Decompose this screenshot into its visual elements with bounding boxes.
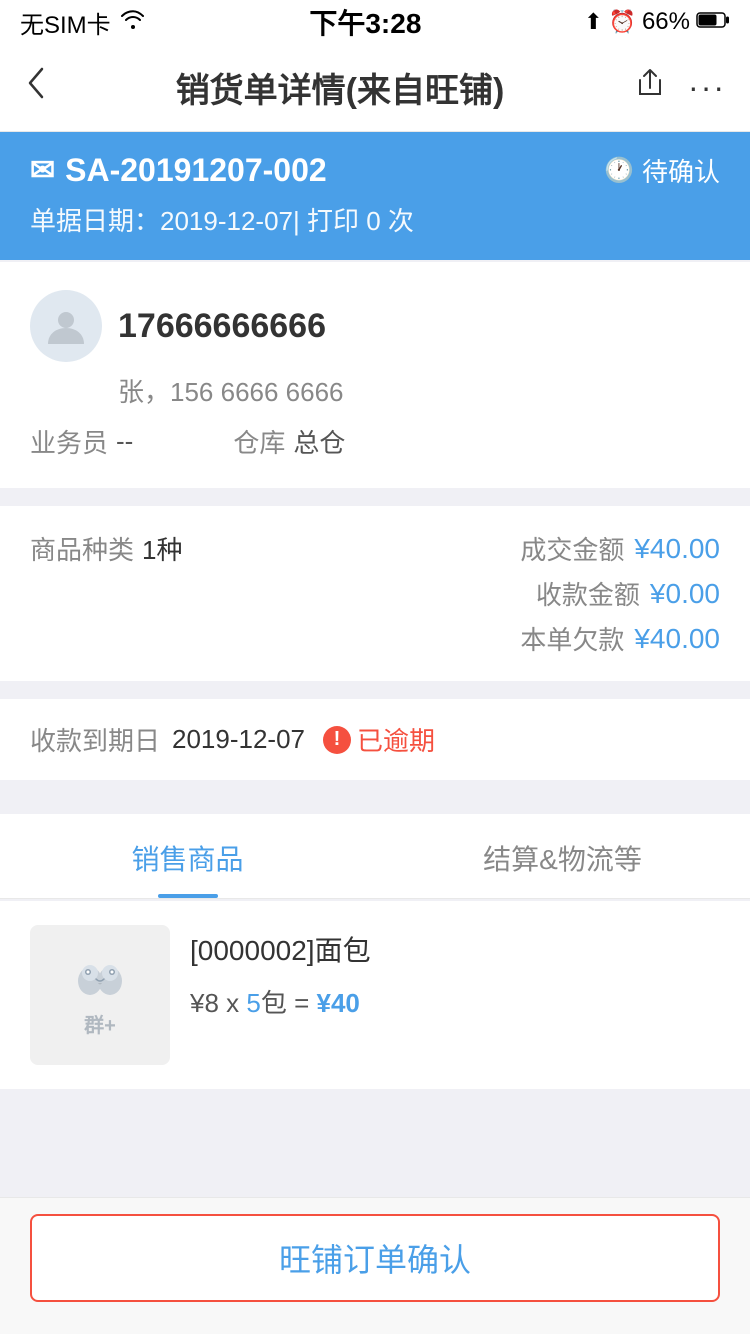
product-price: ¥8 x 5包 = ¥40	[190, 983, 720, 1020]
order-number-text: SA-20191207-002	[65, 152, 327, 189]
separator-1	[0, 490, 750, 506]
customer-card: 17666666666 张，156 6666 6666 业务员 -- 仓库 总仓	[0, 262, 750, 488]
tab-sales-products[interactable]: 销售商品	[0, 814, 375, 898]
due-date-card: 收款到期日 2019-12-07 ! 已逾期	[0, 699, 750, 780]
product-card: 群+ [0000002]面包 ¥8 x 5包 = ¥40	[0, 901, 750, 1089]
customer-name-info: 张，156 6666 6666	[30, 372, 720, 409]
more-icon[interactable]: ···	[688, 69, 726, 106]
customer-meta: 业务员 -- 仓库 总仓	[30, 423, 720, 460]
tab-settlement-label: 结算&物流等	[483, 844, 642, 875]
debt-amount-row: 本单欠款 ¥40.00	[520, 620, 720, 657]
product-type: 商品种类 1种	[30, 530, 182, 567]
nav-bar: 销货单详情(来自旺铺) ···	[0, 44, 750, 132]
overdue-badge: ! 已逾期	[323, 721, 435, 758]
qty-text: 5	[246, 988, 260, 1018]
tab-settlement[interactable]: 结算&物流等	[375, 814, 750, 898]
status-time: 下午3:28	[309, 2, 421, 42]
tab-active-indicator	[158, 894, 218, 898]
deal-amount-value: ¥40.00	[634, 533, 720, 565]
product-info: [0000002]面包 ¥8 x 5包 = ¥40	[190, 925, 720, 1020]
tabs-container: 销售商品 结算&物流等	[0, 814, 750, 899]
wifi-icon	[119, 8, 147, 36]
page-title: 销货单详情(来自旺铺)	[176, 63, 505, 112]
back-button[interactable]	[24, 63, 48, 112]
salesperson-label: 业务员	[30, 423, 108, 460]
carrier-text: 无SIM卡	[20, 5, 111, 40]
collected-value: ¥0.00	[650, 578, 720, 610]
warehouse-meta: 仓库 总仓	[233, 423, 345, 460]
thumb-brand-label: 群+	[84, 1009, 116, 1038]
status-bar: 无SIM卡 下午3:28 ⬆ ⏰ 66%	[0, 0, 750, 44]
separator-3	[0, 782, 750, 798]
status-right: ⬆ ⏰ 66%	[584, 8, 730, 36]
salesperson-value: --	[116, 426, 133, 457]
bottom-bar: 旺铺订单确认	[0, 1197, 750, 1334]
nav-actions: ···	[632, 66, 726, 110]
product-type-label: 商品种类	[30, 530, 134, 567]
overdue-text: 已逾期	[357, 721, 435, 758]
bottom-spacer	[0, 1089, 750, 1209]
customer-avatar	[30, 290, 102, 362]
product-thumbnail: 群+	[30, 925, 170, 1065]
separator-2	[0, 683, 750, 699]
order-date: 单据日期：2019-12-07| 打印 0 次	[30, 201, 720, 238]
status-left: 无SIM卡	[20, 5, 147, 40]
product-type-value: 1种	[142, 530, 182, 567]
status-text: 待确认	[642, 152, 720, 189]
tabs-row: 销售商品 结算&物流等	[0, 814, 750, 899]
collected-amount-row: 收款金额 ¥0.00	[536, 575, 720, 612]
summary-card: 商品种类 1种 成交金额 ¥40.00 收款金额 ¥0.00 本单欠款 ¥40.…	[0, 506, 750, 681]
collected-label: 收款金额	[536, 575, 640, 612]
deal-amount-row: 成交金额 ¥40.00	[520, 530, 720, 567]
deal-amount-label: 成交金额	[520, 530, 624, 567]
warehouse-value: 总仓	[293, 423, 345, 460]
battery-text: 66%	[642, 8, 690, 36]
order-number: ✉ SA-20191207-002	[30, 152, 327, 189]
confirm-label: 旺铺订单确认	[279, 1235, 471, 1281]
tab-sales-label: 销售商品	[131, 844, 243, 875]
order-icon: ✉	[30, 153, 55, 188]
confirm-button[interactable]: 旺铺订单确认	[30, 1214, 720, 1302]
battery-icon	[696, 8, 730, 36]
location-icon: ⬆	[584, 9, 602, 35]
product-name: [0000002]面包	[190, 929, 720, 969]
due-date-label: 收款到期日	[30, 721, 160, 758]
amounts-section: 成交金额 ¥40.00 收款金额 ¥0.00 本单欠款 ¥40.00	[520, 530, 720, 657]
salesperson-meta: 业务员 --	[30, 423, 133, 460]
debt-value: ¥40.00	[634, 623, 720, 655]
order-status: 🕐 待确认	[604, 152, 720, 189]
customer-phone: 17666666666	[118, 307, 326, 346]
due-date-value: 2019-12-07	[172, 724, 305, 755]
debt-label: 本单欠款	[520, 620, 624, 657]
status-clock-icon: 🕐	[604, 156, 634, 185]
warehouse-label: 仓库	[233, 423, 285, 460]
share-icon[interactable]	[632, 66, 668, 110]
price-text: ¥8 x	[190, 988, 246, 1018]
overdue-icon: !	[323, 726, 351, 754]
order-header-banner: ✉ SA-20191207-002 🕐 待确认 单据日期：2019-12-07|…	[0, 132, 750, 260]
total-price: ¥40	[317, 988, 360, 1018]
alarm-icon: ⏰	[609, 9, 636, 35]
